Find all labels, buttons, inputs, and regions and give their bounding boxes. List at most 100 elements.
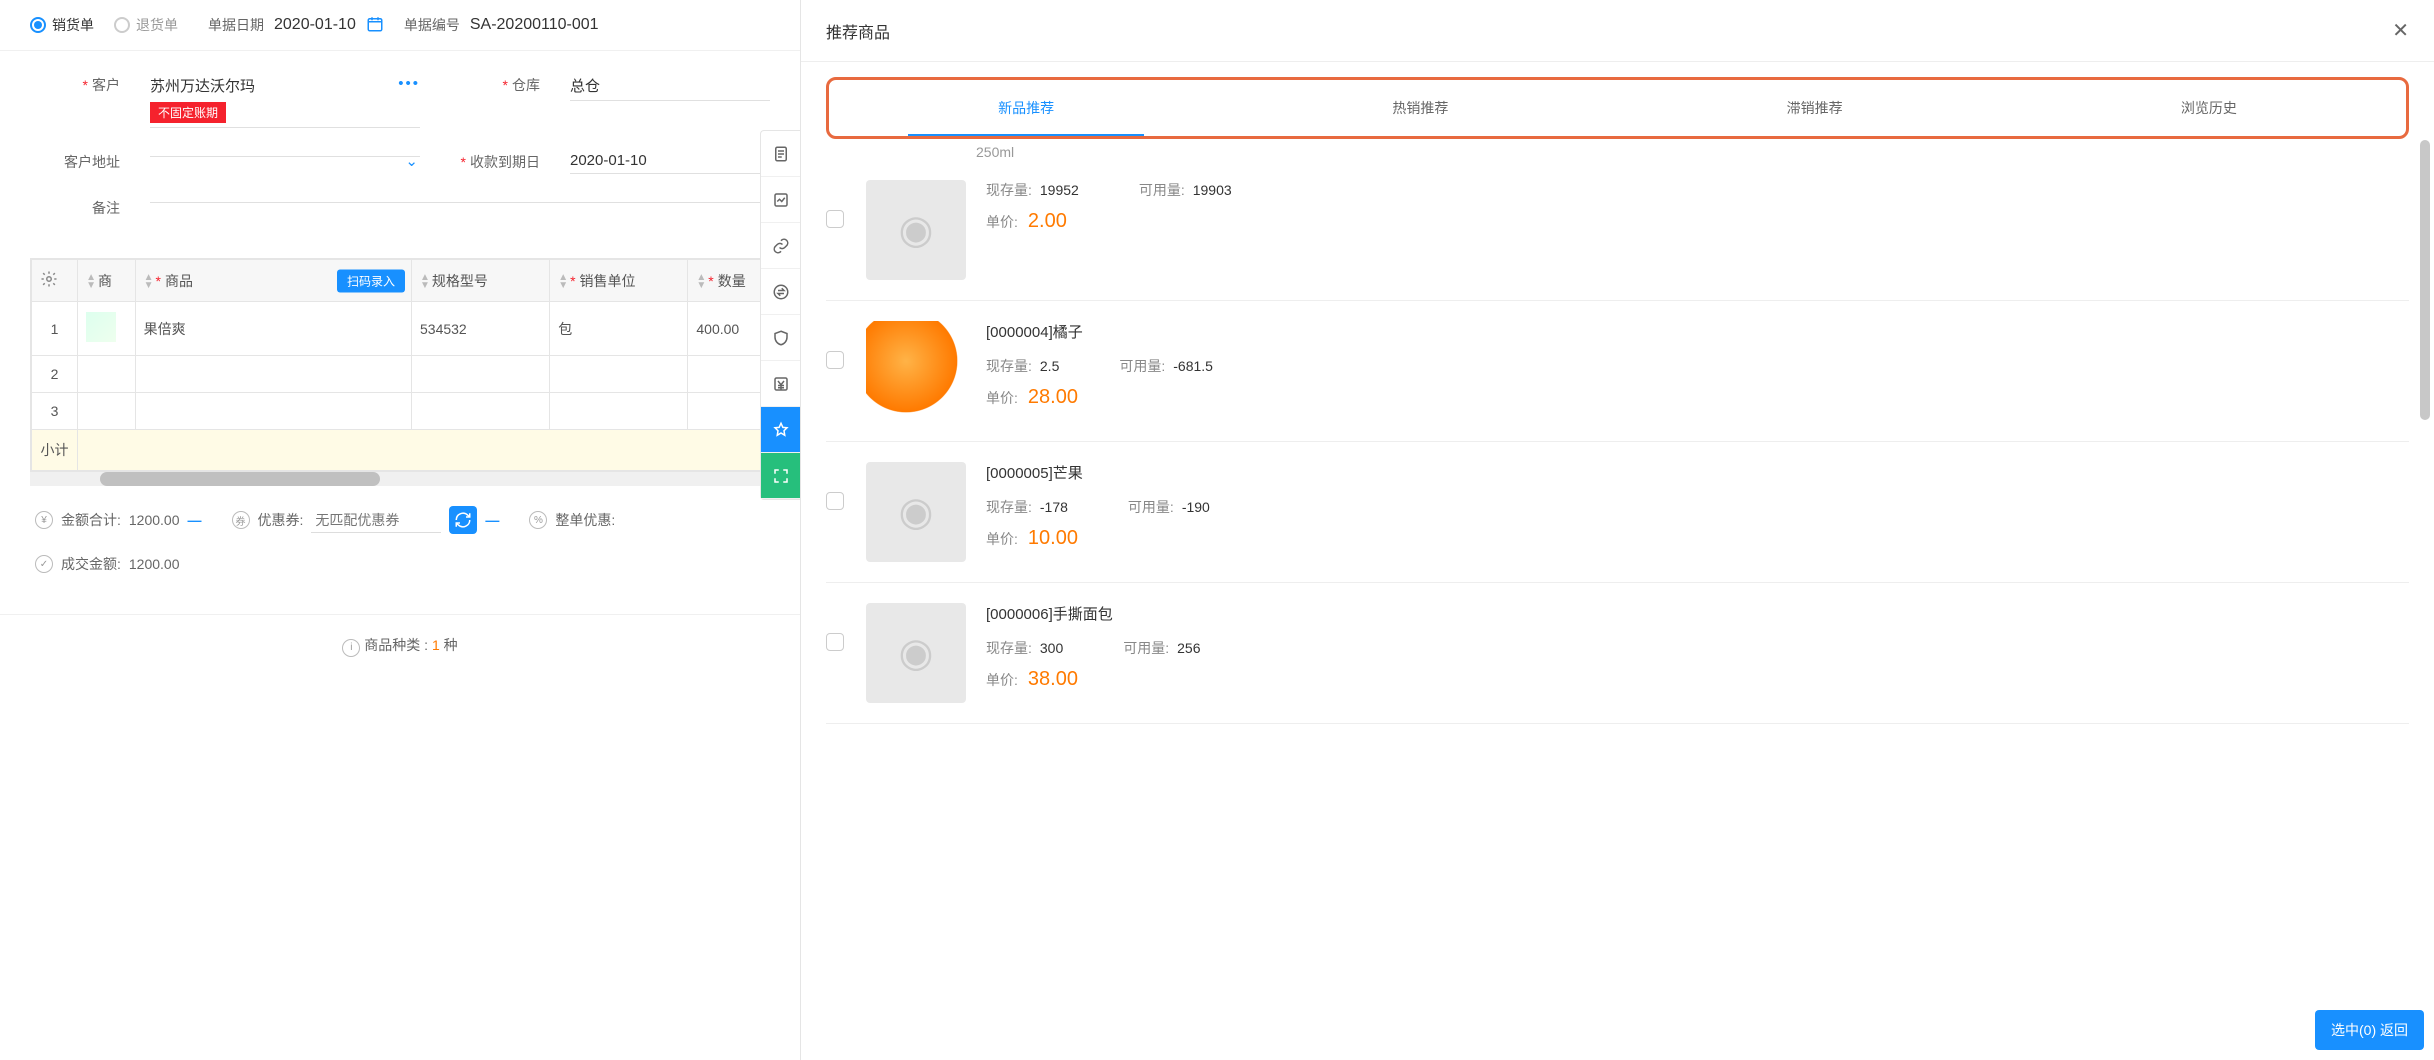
kinds-suffix: 种 [444, 637, 458, 653]
addr-label: 客户地址 [64, 154, 120, 170]
dash-icon: — [188, 512, 202, 528]
yen-icon: ¥ [35, 511, 53, 529]
customer-label: 客户 [92, 77, 120, 93]
refresh-button[interactable] [449, 506, 477, 534]
radio-sale[interactable]: 销货单 [30, 15, 94, 35]
row-unit[interactable] [550, 393, 688, 430]
vertical-scrollbar[interactable] [2420, 140, 2430, 420]
product-checkbox[interactable] [826, 633, 844, 651]
price-label: 单价: [986, 531, 1018, 547]
product-checkbox[interactable] [826, 492, 844, 510]
close-icon[interactable]: ✕ [2392, 18, 2409, 43]
col-thumb[interactable]: ▲▼商 [78, 260, 136, 302]
price-label: 单价: [986, 214, 1018, 230]
subtotal-label: 小计 [32, 430, 78, 471]
coupon-label: 优惠券: [258, 510, 304, 530]
doc-no-value: SA-20200110-001 [470, 16, 599, 34]
product-name: [0000005]芒果 [986, 462, 2409, 483]
product-checkbox[interactable] [826, 210, 844, 228]
stock-value: 19952 [1040, 182, 1079, 198]
coupon-icon: 券 [232, 511, 250, 529]
product-checkbox[interactable] [826, 351, 844, 369]
chevron-down-icon[interactable]: ⌄ [405, 152, 420, 170]
price-value: 10.00 [1028, 527, 1078, 549]
tab-new[interactable]: 新品推荐 [829, 88, 1223, 128]
more-icon[interactable]: ••• [398, 75, 420, 92]
table-row[interactable]: 1 果倍爽 534532 包 400.00 [32, 302, 769, 356]
amount-value: 1200.00 [129, 512, 180, 528]
product-image [866, 321, 966, 421]
side-shield-icon[interactable] [761, 315, 801, 361]
deal-icon: ✓ [35, 555, 53, 573]
radio-return[interactable]: 退货单 [114, 15, 178, 35]
side-yen-icon[interactable] [761, 361, 801, 407]
side-swap-icon[interactable] [761, 269, 801, 315]
warehouse-field[interactable]: 总仓 [570, 71, 770, 101]
gear-header[interactable] [32, 260, 78, 302]
stock-label: 现存量: [986, 499, 1032, 515]
warehouse-label: 仓库 [512, 77, 540, 93]
row-thumb [78, 302, 136, 356]
customer-field[interactable]: 苏州万达沃尔玛 ••• 不固定账期 [150, 71, 420, 128]
col-qty[interactable]: ▲▼*数量 [688, 260, 769, 302]
row-name[interactable] [135, 393, 411, 430]
select-return-button[interactable]: 选中(0) 返回 [2315, 1010, 2424, 1050]
truncated-name: 250ml [826, 139, 2409, 160]
scan-button[interactable]: 扫码录入 [337, 269, 405, 292]
deal-value: 1200.00 [129, 556, 180, 572]
product-image: ◉ [866, 462, 966, 562]
col-spec[interactable]: ▲▼规格型号 [412, 260, 550, 302]
avail-label: 可用量: [1128, 499, 1174, 515]
avail-label: 可用量: [1119, 358, 1165, 374]
whole-label: 整单优惠: [555, 510, 615, 530]
dash-icon: — [485, 512, 499, 528]
due-label: 收款到期日 [470, 154, 540, 170]
due-value: 2020-01-10 [570, 152, 647, 169]
side-link-icon[interactable] [761, 223, 801, 269]
row-spec[interactable] [412, 393, 550, 430]
due-field[interactable]: 2020-01-10 [570, 148, 770, 174]
row-spec[interactable] [412, 356, 550, 393]
horizontal-scrollbar[interactable] [30, 472, 770, 486]
addr-field[interactable]: ⌄ [150, 148, 420, 157]
tab-hot[interactable]: 热销推荐 [1223, 88, 1617, 128]
table-row[interactable]: 2 [32, 356, 769, 393]
amount-label: 金额合计: [61, 510, 121, 530]
side-star-icon[interactable] [761, 407, 801, 453]
tab-slow[interactable]: 滞销推荐 [1618, 88, 2012, 128]
row-qty[interactable] [688, 393, 769, 430]
row-idx: 3 [32, 393, 78, 430]
product-item: [0000004]橘子 现存量:2.5 可用量:-681.5 单价:28.00 [826, 301, 2409, 442]
warehouse-value: 总仓 [570, 78, 600, 95]
avail-value: -190 [1182, 499, 1210, 515]
radio-icon [30, 17, 46, 33]
row-qty[interactable] [688, 356, 769, 393]
row-name[interactable] [135, 356, 411, 393]
price-value: 28.00 [1028, 386, 1078, 408]
row-spec[interactable]: 534532 [412, 302, 550, 356]
price-value: 2.00 [1028, 210, 1067, 232]
col-product[interactable]: ▲▼*商品扫码录入 [135, 260, 411, 302]
row-unit[interactable]: 包 [550, 302, 688, 356]
product-image: ◉ [866, 603, 966, 703]
table-row[interactable]: 3 [32, 393, 769, 430]
col-unit[interactable]: ▲▼*销售单位 [550, 260, 688, 302]
kinds-value: 1 [432, 637, 440, 653]
row-qty[interactable]: 400.00 [688, 302, 769, 356]
doc-date-value[interactable]: 2020-01-10 [274, 16, 356, 34]
coupon-input[interactable] [311, 508, 441, 533]
row-name[interactable]: 果倍爽 [135, 302, 411, 356]
side-expand-icon[interactable] [761, 453, 801, 499]
remark-field[interactable] [150, 194, 770, 203]
row-unit[interactable] [550, 356, 688, 393]
calendar-icon[interactable] [366, 15, 384, 36]
discount-icon: % [529, 511, 547, 529]
side-doc-icon[interactable] [761, 131, 801, 177]
doc-no-label: 单据编号 [404, 15, 460, 35]
badge-no-fixed: 不固定账期 [150, 102, 226, 123]
doc-date-label: 单据日期 [208, 15, 264, 35]
stock-label: 现存量: [986, 358, 1032, 374]
side-chart-icon[interactable] [761, 177, 801, 223]
stock-value: 2.5 [1040, 358, 1059, 374]
tab-history[interactable]: 浏览历史 [2012, 88, 2406, 128]
